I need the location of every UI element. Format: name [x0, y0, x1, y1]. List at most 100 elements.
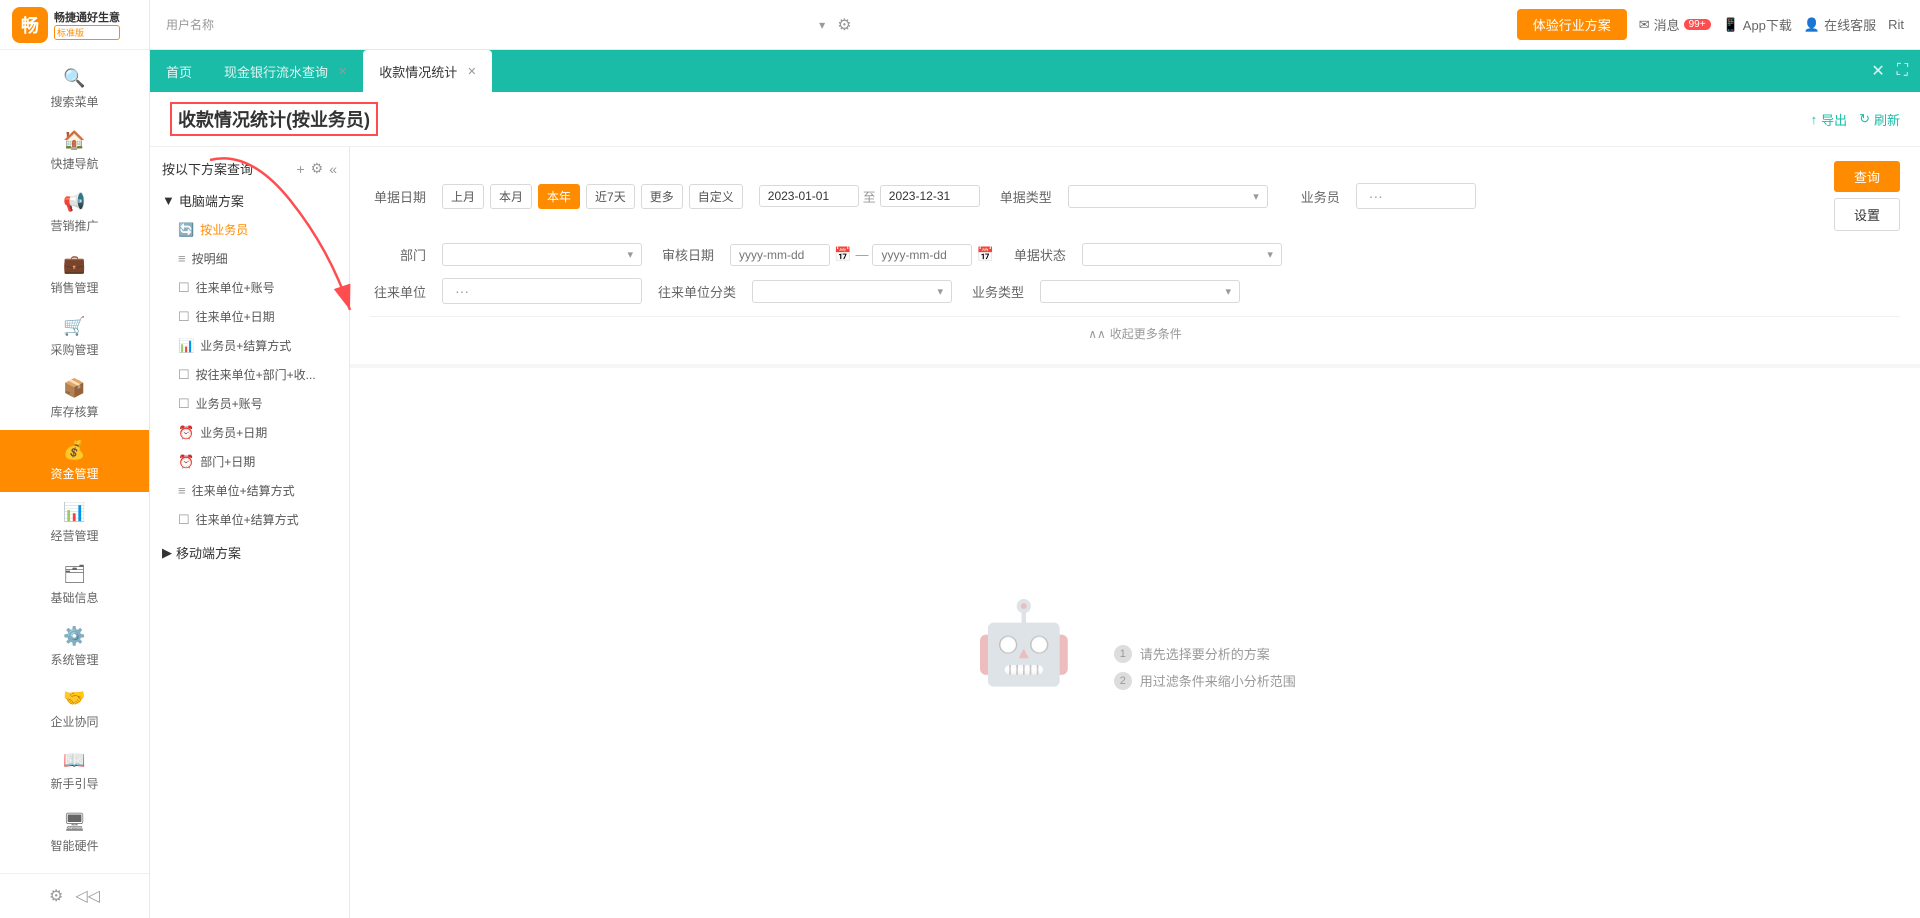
date-from-input[interactable] — [759, 185, 859, 207]
date-to-input[interactable] — [880, 185, 980, 207]
sidebar-item-search[interactable]: 🔍 搜索菜单 — [0, 58, 149, 120]
tree-item-unit-settlement1[interactable]: ≡ 往来单位+结算方式 — [150, 476, 349, 505]
tree-item-salesperson-date[interactable]: ⏰ 业务员+日期 — [150, 418, 349, 447]
review-date-from-input[interactable] — [730, 244, 830, 266]
tree-item-by-salesperson[interactable]: 🔄 按业务员 — [150, 215, 349, 244]
sidebar-item-finance[interactable]: 💰 资金管理 — [0, 430, 149, 492]
salesperson-input-area[interactable]: ··· — [1356, 183, 1476, 209]
sidebar-item-system[interactable]: ⚙️ 系统管理 — [0, 616, 149, 678]
settlement-icon: 📊 — [178, 338, 194, 354]
sidebar-item-quicknav[interactable]: 🏠 快捷导航 — [0, 120, 149, 182]
tip-num-1: 1 — [1114, 645, 1132, 663]
tree-group-desktop: ▼ 电脑端方案 🔄 按业务员 ≡ 按明细 ☐ 往来单位+账号 ☐ 往来单位 — [150, 186, 349, 534]
sidebar-item-inventory[interactable]: 📦 库存核算 — [0, 368, 149, 430]
sidebar-item-label: 企业协同 — [50, 713, 98, 730]
tree-group-desktop-title[interactable]: ▼ 电脑端方案 — [150, 186, 349, 215]
tree-item-salesperson-settlement[interactable]: 📊 业务员+结算方式 — [150, 331, 349, 360]
sidebar-item-label: 快捷导航 — [50, 155, 98, 172]
sidebar-item-hardware[interactable]: 🖥 智能硬件 — [0, 802, 149, 864]
sidebar-footer: ⚙ ◁◁ — [0, 873, 149, 918]
topbar: 用户名称 ▾ ⚙ 体验行业方案 ✉ 消息 99+ 📱 App下载 👤 在线客服 … — [150, 0, 1920, 50]
collapse-row: ∧∧ 收起更多条件 — [370, 316, 1900, 350]
sidebar-item-marketing[interactable]: 📢 营销推广 — [0, 182, 149, 244]
tree-item-unit-dept[interactable]: ☐ 按往来单位+部门+收... — [150, 360, 349, 389]
tab-receipts[interactable]: 收款情况统计 ✕ — [363, 50, 492, 92]
unit-input-area[interactable]: ··· — [442, 278, 642, 304]
refresh-button[interactable]: ↻ 刷新 — [1859, 110, 1900, 129]
tree-item-label: 业务员+日期 — [200, 424, 267, 441]
tree-item-salesperson-account[interactable]: ☐ 业务员+账号 — [150, 389, 349, 418]
unit-category-label: 往来单位分类 — [658, 282, 736, 301]
dept-select[interactable]: ▾ — [442, 243, 642, 266]
unit-dots[interactable]: ··· — [455, 283, 469, 299]
calendar-icon-1[interactable]: 📅 — [834, 246, 851, 263]
doc-type-select[interactable]: ▾ — [1068, 185, 1268, 208]
close-window-icon[interactable]: ✕ — [1871, 61, 1884, 81]
date-btn-7days[interactable]: 近7天 — [586, 184, 635, 209]
sidebar-collapse-icon[interactable]: ◁◁ — [75, 886, 100, 906]
sidebar-item-basic[interactable]: 🗂 基础信息 — [0, 554, 149, 616]
sidebar-item-wechat[interactable]: 💬 企业微信 — [0, 864, 149, 873]
messages-label: 消息 — [1654, 15, 1680, 34]
topbar-chevron-icon[interactable]: ▾ — [819, 18, 825, 32]
tree-item-unit-date[interactable]: ☐ 往来单位+日期 — [150, 302, 349, 331]
tree-item-unit-settlement2[interactable]: ☐ 往来单位+结算方式 — [150, 505, 349, 534]
tab-home[interactable]: 首页 — [150, 50, 208, 92]
doc-status-select[interactable]: ▾ — [1082, 243, 1282, 266]
sidebar-item-guide[interactable]: 📖 新手引导 — [0, 740, 149, 802]
tree-item-label: 按明细 — [192, 250, 228, 267]
user-area[interactable]: Rit — [1888, 17, 1904, 32]
sidebar-item-enterprise[interactable]: 🤝 企业协同 — [0, 678, 149, 740]
query-button[interactable]: 查询 — [1834, 161, 1900, 192]
date-btn-custom[interactable]: 自定义 — [689, 184, 743, 209]
sidebar-item-label: 资金管理 — [50, 465, 98, 482]
collapse-button[interactable]: ∧∧ 收起更多条件 — [1088, 325, 1182, 342]
tree-item-by-detail[interactable]: ≡ 按明细 — [150, 244, 349, 273]
salesperson-dots[interactable]: ··· — [1369, 188, 1383, 204]
date-btn-this-year[interactable]: 本年 — [538, 184, 580, 209]
tree-group-mobile-title[interactable]: ▶ 移动端方案 — [150, 538, 349, 567]
detail-icon: ≡ — [178, 251, 186, 266]
tree-item-label: 按业务员 — [200, 221, 248, 238]
tree-item-unit-account[interactable]: ☐ 往来单位+账号 — [150, 273, 349, 302]
hardware-icon: 🖥 — [63, 812, 86, 833]
biz-type-select[interactable]: ▾ — [1040, 280, 1240, 303]
sidebar-settings-icon[interactable]: ⚙ — [49, 886, 63, 906]
basic-icon: 🗂 — [63, 564, 86, 585]
tab-bank[interactable]: 现金银行流水查询 ✕ — [208, 50, 363, 92]
settings-button[interactable]: 设置 — [1834, 198, 1900, 231]
scheme-settings-icon[interactable]: ⚙ — [311, 160, 324, 177]
topbar-gear-icon[interactable]: ⚙ — [837, 15, 851, 35]
group-label: 电脑端方案 — [179, 191, 244, 210]
tree-item-dept-date[interactable]: ⏰ 部门+日期 — [150, 447, 349, 476]
doc-type-chevron-icon: ▾ — [1253, 190, 1259, 203]
collapse-label: 收起更多条件 — [1110, 325, 1182, 342]
review-date-to-input[interactable] — [872, 244, 972, 266]
panel-title: 按以下方案查询 — [162, 159, 253, 178]
online-service-btn[interactable]: 👤 在线客服 — [1804, 15, 1876, 34]
sidebar-item-sales[interactable]: 💼 销售管理 — [0, 244, 149, 306]
app-download-btn[interactable]: 📱 App下载 — [1723, 15, 1792, 34]
add-scheme-icon[interactable]: + — [296, 161, 304, 177]
unit-category-select[interactable]: ▾ — [752, 280, 952, 303]
expand-icon[interactable]: ⛶ — [1897, 62, 1908, 80]
date-btn-more[interactable]: 更多 — [641, 184, 683, 209]
logo-text-area: 畅捷通好生意 标准版 — [54, 9, 120, 40]
tab-receipts-close-icon[interactable]: ✕ — [467, 65, 476, 78]
filter-row-3: 往来单位 ··· 往来单位分类 ▾ 业务类型 ▾ — [370, 278, 1900, 304]
filter-area: 单据日期 上月 本月 本年 近7天 更多 自定义 至 单据类型 — [350, 147, 1920, 364]
date-btn-this-month[interactable]: 本月 — [490, 184, 532, 209]
sidebar-item-operations[interactable]: 📊 经营管理 — [0, 492, 149, 554]
logo-icon: 畅 — [12, 7, 48, 43]
trial-button[interactable]: 体验行业方案 — [1517, 9, 1627, 40]
sidebar-item-purchase[interactable]: 🛒 采购管理 — [0, 306, 149, 368]
collapse-panel-icon[interactable]: « — [329, 161, 337, 177]
us1-icon: ≡ — [178, 483, 186, 498]
date-btn-last-month[interactable]: 上月 — [442, 184, 484, 209]
messages-btn[interactable]: ✉ 消息 99+ — [1639, 15, 1711, 34]
calendar-icon-2[interactable]: 📅 — [976, 246, 993, 263]
sidebar-nav: 🔍 搜索菜单 🏠 快捷导航 📢 营销推广 💼 销售管理 🛒 采购管理 📦 库存核… — [0, 50, 149, 873]
export-button[interactable]: ↑ 导出 — [1811, 110, 1848, 129]
tab-bank-close-icon[interactable]: ✕ — [338, 65, 347, 78]
salesperson-icon: 🔄 — [178, 222, 194, 238]
